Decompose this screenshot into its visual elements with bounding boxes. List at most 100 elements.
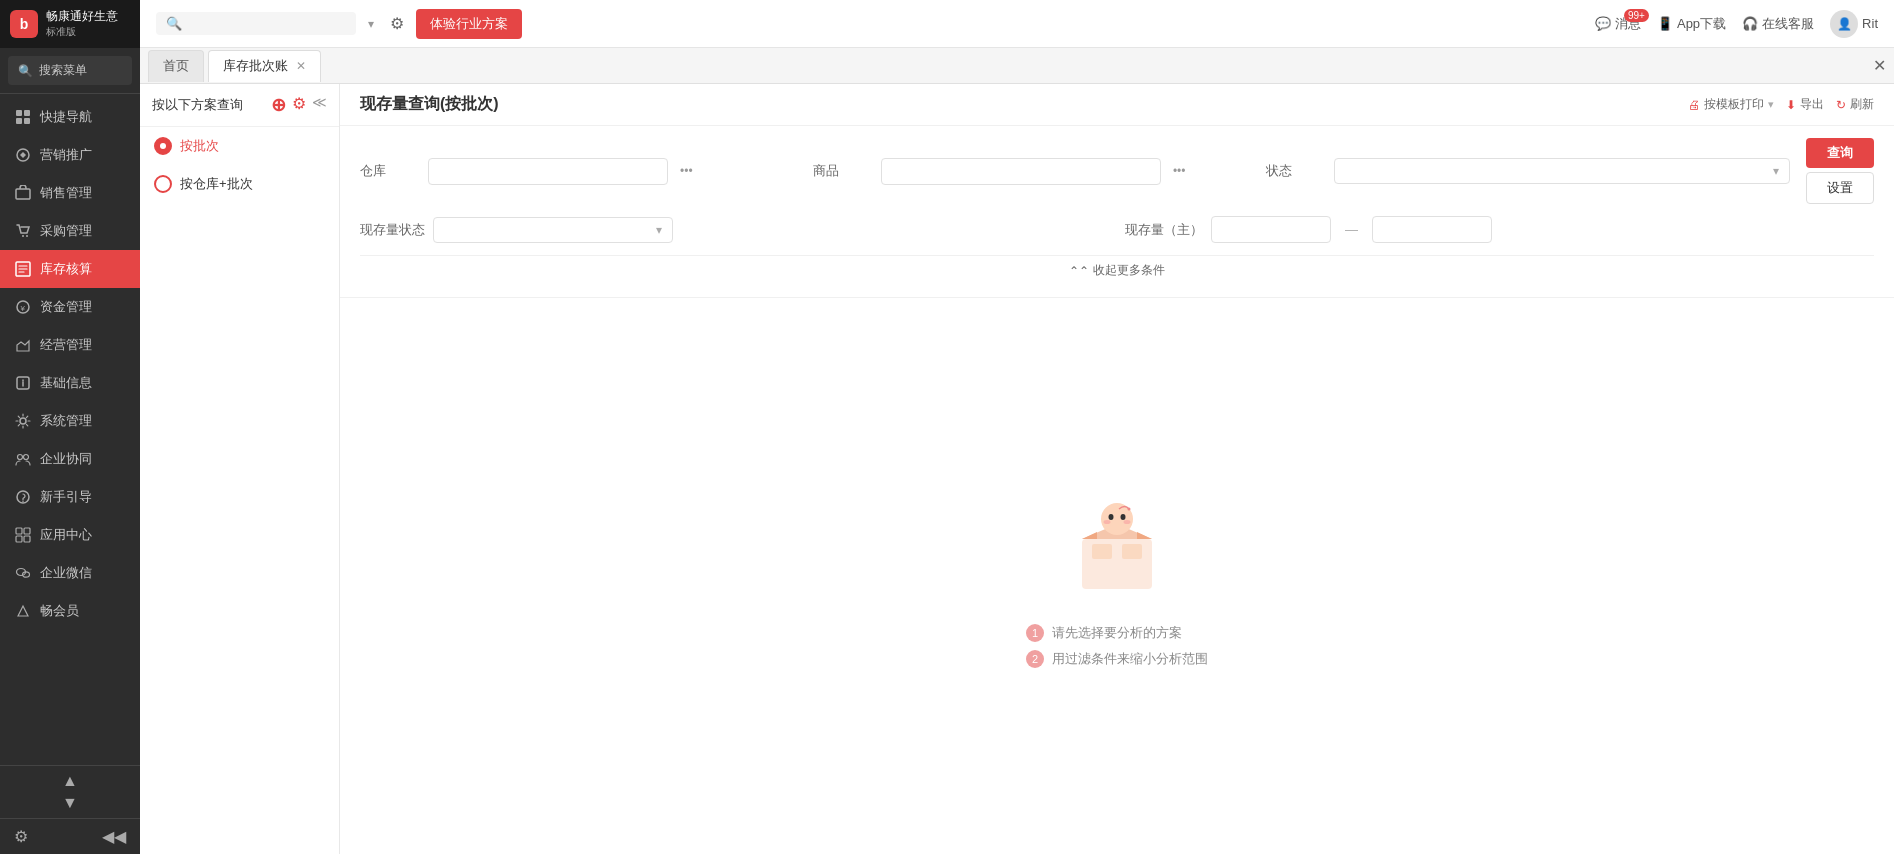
query-button[interactable]: 查询 — [1806, 138, 1874, 168]
sidebar-item-label: 营销推广 — [40, 146, 92, 164]
sidebar-item-guide[interactable]: 新手引导 — [0, 478, 140, 516]
scheme-item-batch-label: 按批次 — [180, 137, 219, 155]
scheme-header-actions: ⊕ ⚙ ≪ — [271, 94, 327, 116]
warehouse-input[interactable] — [428, 158, 668, 185]
scroll-up-button[interactable]: ▲ — [60, 770, 80, 792]
service-icon: 🎧 — [1742, 16, 1758, 31]
sidebar-item-basic-info[interactable]: 基础信息 — [0, 364, 140, 402]
product-input[interactable] — [881, 158, 1161, 185]
svg-point-27 — [1109, 514, 1114, 520]
system-icon — [14, 412, 32, 430]
status-select[interactable]: ▾ — [1334, 158, 1790, 184]
online-service-btn[interactable]: 🎧 在线客服 — [1742, 15, 1814, 33]
tab-home[interactable]: 首页 — [148, 50, 204, 82]
trial-btn[interactable]: 体验行业方案 — [416, 9, 522, 39]
svg-point-16 — [22, 501, 23, 502]
user-profile[interactable]: 👤 Rit — [1830, 10, 1878, 38]
sidebar-item-collab[interactable]: 企业协同 — [0, 440, 140, 478]
stock-qty-max-input[interactable] — [1372, 216, 1492, 243]
message-badge: 99+ — [1624, 9, 1649, 22]
sidebar-item-purchase[interactable]: 采购管理 — [0, 212, 140, 250]
svg-rect-0 — [16, 110, 22, 116]
sidebar-item-member[interactable]: 畅会员 — [0, 592, 140, 630]
message-icon: 💬 — [1595, 16, 1611, 31]
sidebar-item-inventory[interactable]: 库存核算 — [0, 250, 140, 288]
topbar-gear-icon[interactable]: ⚙ — [390, 14, 404, 33]
user-avatar: 👤 — [1830, 10, 1858, 38]
sidebar-item-wechat[interactable]: 企业微信 — [0, 554, 140, 592]
user-avatar-icon: 👤 — [1837, 17, 1852, 31]
tab-inventory-batch[interactable]: 库存批次账 ✕ — [208, 50, 321, 82]
sidebar-item-finance[interactable]: ¥ 资金管理 — [0, 288, 140, 326]
sidebar-item-quick-nav[interactable]: 快捷导航 — [0, 98, 140, 136]
status-filter-group: 状态 ▾ — [1266, 158, 1790, 184]
svg-rect-25 — [1122, 544, 1142, 559]
refresh-btn[interactable]: ↻ 刷新 — [1836, 96, 1874, 113]
sidebar-item-app-center[interactable]: 应用中心 — [0, 516, 140, 554]
search-menu-button[interactable]: 🔍 搜索菜单 — [8, 56, 132, 85]
scheme-collapse-icon[interactable]: ≪ — [312, 94, 327, 116]
svg-point-7 — [26, 235, 28, 237]
settings-icon[interactable]: ⚙ — [14, 827, 28, 846]
refresh-icon: ↻ — [1836, 98, 1846, 112]
topbar: 🔍 ▾ ⚙ 体验行业方案 💬 消息 99+ 📱 App下载 🎧 在线客服 � — [140, 0, 1894, 48]
collapse-icon[interactable]: ◀◀ — [102, 827, 126, 846]
scheme-add-icon[interactable]: ⊕ — [271, 94, 286, 116]
app-download-btn[interactable]: 📱 App下载 — [1657, 15, 1726, 33]
stock-status-label: 现存量状态 — [360, 221, 425, 239]
svg-point-12 — [20, 418, 26, 424]
svg-rect-17 — [16, 528, 22, 534]
scroll-down-button[interactable]: ▼ — [60, 792, 80, 814]
sidebar-item-label: 基础信息 — [40, 374, 92, 392]
tab-close-icon[interactable]: ✕ — [296, 59, 306, 73]
print-dropdown-arrow[interactable]: ▾ — [1768, 98, 1774, 111]
product-label: 商品 — [813, 162, 873, 180]
svg-point-13 — [18, 455, 23, 460]
tip-text-2: 用过滤条件来缩小分析范围 — [1052, 650, 1208, 668]
tab-bar-close-icon[interactable]: ✕ — [1873, 56, 1886, 75]
scheme-item-warehouse-batch[interactable]: 按仓库+批次 — [140, 165, 339, 203]
scheme-item-batch[interactable]: 按批次 — [140, 127, 339, 165]
topbar-dropdown-arrow[interactable]: ▾ — [368, 17, 374, 31]
sidebar-item-system[interactable]: 系统管理 — [0, 402, 140, 440]
main-content: 现存量查询(按批次) 🖨 按模板打印 ▾ ⬇ 导出 ↻ 刷新 — [340, 84, 1894, 854]
warehouse-label: 仓库 — [360, 162, 420, 180]
topbar-search-icon: 🔍 — [166, 16, 182, 31]
sidebar-item-sales[interactable]: 销售管理 — [0, 174, 140, 212]
page-title: 现存量查询(按批次) — [360, 94, 499, 115]
scheme-settings-icon[interactable]: ⚙ — [292, 94, 306, 116]
sidebar-header: b 畅康通好生意 标准版 — [0, 0, 140, 48]
stock-status-select[interactable]: ▾ — [433, 217, 673, 243]
warehouse-more-icon[interactable]: ••• — [676, 164, 697, 178]
svg-rect-2 — [16, 118, 22, 124]
export-btn[interactable]: ⬇ 导出 — [1786, 96, 1824, 113]
sidebar-item-business[interactable]: 经营管理 — [0, 326, 140, 364]
content-area: 按以下方案查询 ⊕ ⚙ ≪ 按批次 按仓库+批次 — [140, 84, 1894, 854]
nav-icon — [14, 108, 32, 126]
collapse-up-icon: ⌃⌃ — [1069, 264, 1089, 278]
sidebar-item-marketing[interactable]: 营销推广 — [0, 136, 140, 174]
print-btn[interactable]: 🖨 按模板打印 ▾ — [1688, 96, 1774, 113]
product-more-icon[interactable]: ••• — [1169, 164, 1190, 178]
sidebar-item-label: 快捷导航 — [40, 108, 92, 126]
phone-icon: 📱 — [1657, 16, 1673, 31]
empty-tip-1: 1 请先选择要分析的方案 — [1026, 624, 1208, 642]
marketing-icon — [14, 146, 32, 164]
stock-qty-dash: — — [1339, 222, 1364, 237]
empty-tip-2: 2 用过滤条件来缩小分析范围 — [1026, 650, 1208, 668]
sidebar-item-label: 畅会员 — [40, 602, 79, 620]
collapse-more-btn[interactable]: ⌃⌃ 收起更多条件 — [360, 255, 1874, 285]
online-service-label: 在线客服 — [1762, 15, 1814, 33]
stock-qty-min-input[interactable] — [1211, 216, 1331, 243]
setting-button[interactable]: 设置 — [1806, 172, 1874, 204]
message-btn[interactable]: 💬 消息 99+ — [1595, 15, 1641, 33]
collab-icon — [14, 450, 32, 468]
sidebar-item-label: 经营管理 — [40, 336, 92, 354]
svg-rect-1 — [24, 110, 30, 116]
app-title: 畅康通好生意 — [46, 9, 118, 25]
search-icon: 🔍 — [18, 64, 33, 78]
sidebar-item-label: 采购管理 — [40, 222, 92, 240]
title-actions: 🖨 按模板打印 ▾ ⬇ 导出 ↻ 刷新 — [1688, 96, 1874, 113]
topbar-search-input[interactable] — [186, 17, 306, 31]
sidebar: b 畅康通好生意 标准版 🔍 搜索菜单 快捷导航 营销推广 — [0, 0, 140, 854]
